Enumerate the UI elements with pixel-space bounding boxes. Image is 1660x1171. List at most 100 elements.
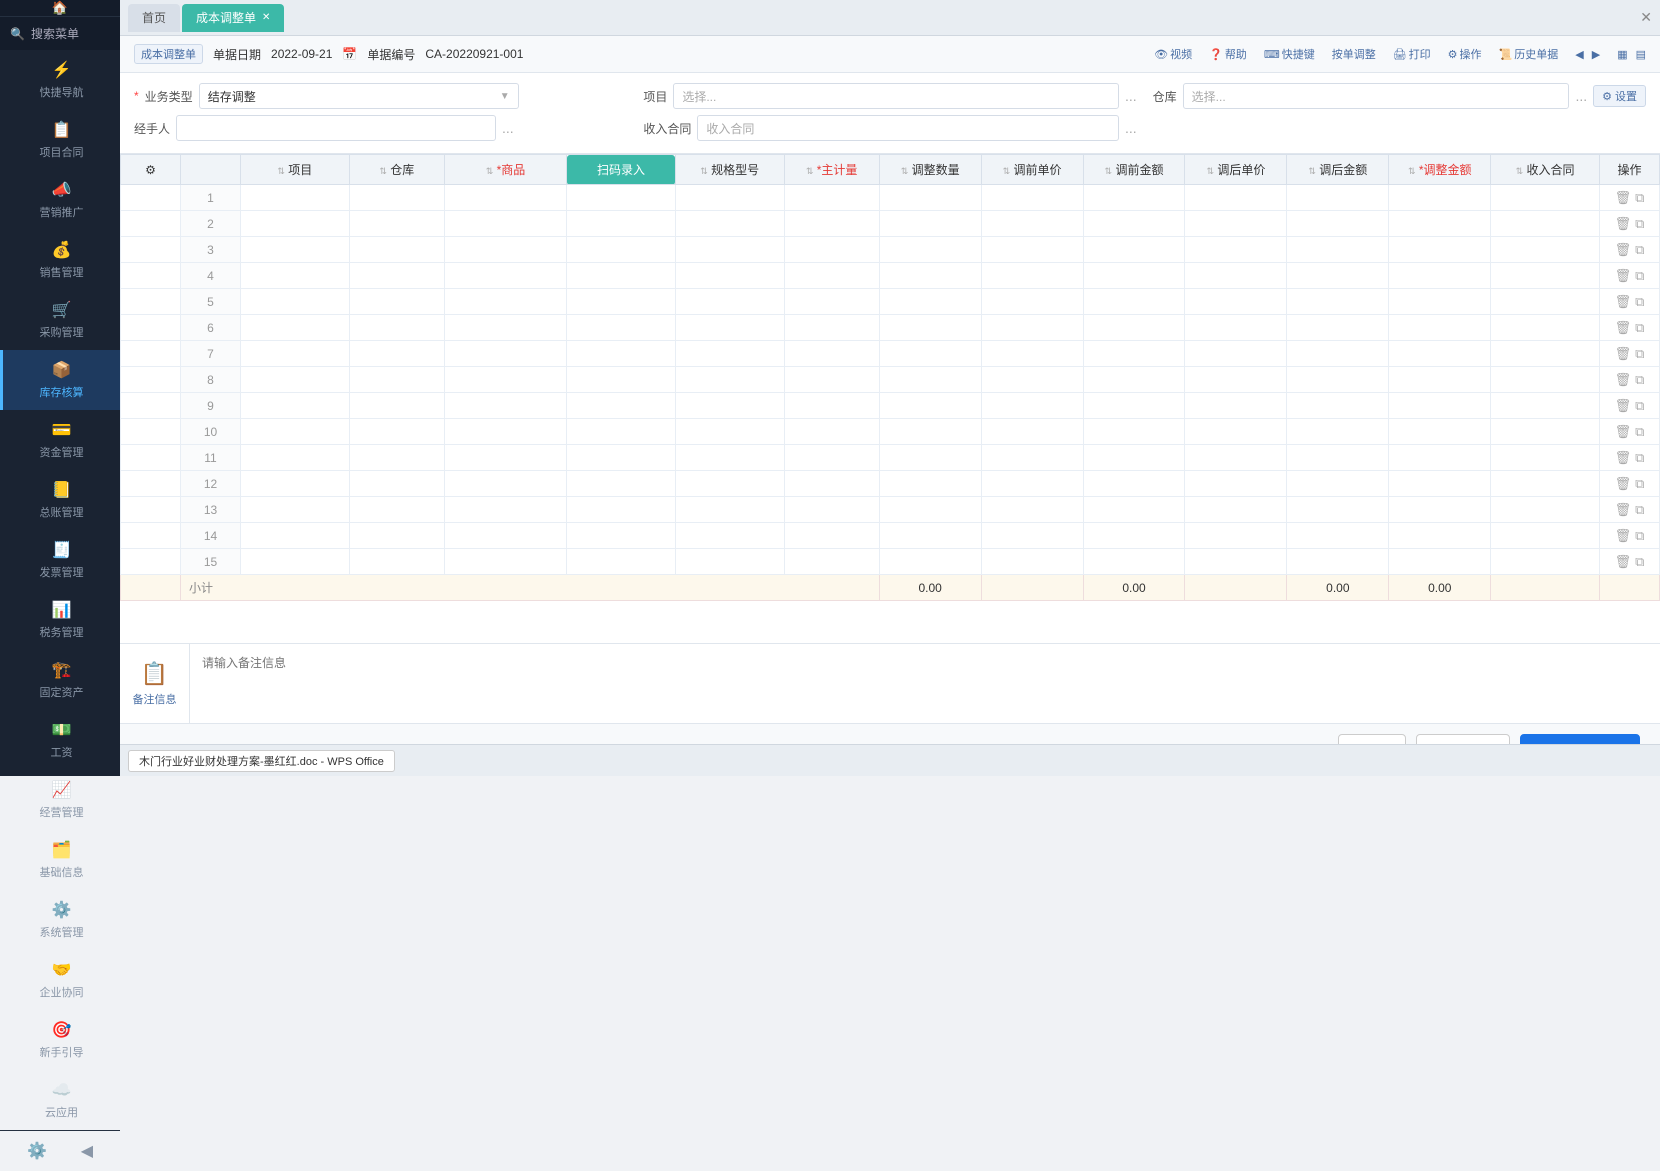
cell-after-price-10[interactable] [1185,419,1287,445]
cell-scan-3[interactable] [567,237,676,263]
cell-adj-amount-6[interactable] [1389,315,1491,341]
cell-before-price-13[interactable] [981,497,1083,523]
cell-scan-12[interactable] [567,471,676,497]
check-adjust-action[interactable]: 按单调整 [1332,46,1376,62]
cell-after-price-12[interactable] [1185,471,1287,497]
col-project-header[interactable]: ⇅ 项目 [241,155,350,185]
settings-bottom-icon[interactable]: ⚙️ [27,1141,47,1161]
cell-unit-3[interactable] [784,237,879,263]
copy-btn-7[interactable]: ⧉ [1635,346,1644,362]
view-action[interactable]: 👁 视频 [1154,46,1192,62]
cell-project-9[interactable] [241,393,350,419]
sidebar-search[interactable]: 🔍 搜索菜单 [0,17,120,50]
cell-before-price-8[interactable] [981,367,1083,393]
handler-dots[interactable]: ... [502,120,514,136]
delete-btn-14[interactable]: 🗑 [1615,528,1632,544]
cell-product-12[interactable] [444,471,566,497]
delete-btn-4[interactable]: 🗑 [1615,268,1632,284]
cell-before-price-3[interactable] [981,237,1083,263]
cell-after-amount-10[interactable] [1287,419,1389,445]
cell-adj-amount-11[interactable] [1389,445,1491,471]
cell-after-amount-7[interactable] [1287,341,1389,367]
cell-before-amount-7[interactable] [1083,341,1185,367]
cell-unit-4[interactable] [784,263,879,289]
cell-after-price-2[interactable] [1185,211,1287,237]
cell-scan-10[interactable] [567,419,676,445]
cell-after-price-14[interactable] [1185,523,1287,549]
delete-btn-6[interactable]: 🗑 [1615,320,1632,336]
sidebar-item-system[interactable]: ⚙️ 系统管理 [0,890,120,950]
cell-adj-qty-10[interactable] [879,419,981,445]
cell-income-11[interactable] [1491,445,1600,471]
cell-warehouse-2[interactable] [349,211,444,237]
cell-income-1[interactable] [1491,185,1600,211]
delete-btn-11[interactable]: 🗑 [1615,450,1632,466]
cell-spec-3[interactable] [675,237,784,263]
history-action[interactable]: 📜 历史单据 [1499,46,1559,62]
copy-btn-6[interactable]: ⧉ [1635,320,1644,336]
col-product-header[interactable]: ⇅ *商品 [444,155,566,185]
cell-spec-7[interactable] [675,341,784,367]
cell-spec-8[interactable] [675,367,784,393]
cell-spec-9[interactable] [675,393,784,419]
cell-adj-qty-12[interactable] [879,471,981,497]
cell-project-8[interactable] [241,367,350,393]
col-before-price-header[interactable]: ⇅ 调前单价 [981,155,1083,185]
cell-after-amount-4[interactable] [1287,263,1389,289]
cell-product-14[interactable] [444,523,566,549]
sidebar-item-salary[interactable]: 💵 工资 [0,710,120,770]
cell-before-amount-12[interactable] [1083,471,1185,497]
cell-after-amount-14[interactable] [1287,523,1389,549]
col-after-amount-header[interactable]: ⇅ 调后金额 [1287,155,1389,185]
window-close-button[interactable]: ✕ [1640,9,1652,26]
cell-spec-11[interactable] [675,445,784,471]
cell-product-3[interactable] [444,237,566,263]
cell-before-amount-4[interactable] [1083,263,1185,289]
col-settings-header[interactable]: ⚙ [121,155,181,185]
cell-product-8[interactable] [444,367,566,393]
cell-adj-qty-11[interactable] [879,445,981,471]
cell-adj-qty-5[interactable] [879,289,981,315]
cell-scan-2[interactable] [567,211,676,237]
cell-project-10[interactable] [241,419,350,445]
copy-btn-8[interactable]: ⧉ [1635,372,1644,388]
copy-btn-3[interactable]: ⧉ [1635,242,1644,258]
cell-scan-9[interactable] [567,393,676,419]
cell-before-amount-8[interactable] [1083,367,1185,393]
cell-after-amount-13[interactable] [1287,497,1389,523]
cell-before-price-9[interactable] [981,393,1083,419]
cell-warehouse-11[interactable] [349,445,444,471]
copy-btn-15[interactable]: ⧉ [1635,554,1644,570]
cell-warehouse-7[interactable] [349,341,444,367]
delete-btn-8[interactable]: 🗑 [1615,372,1632,388]
cell-scan-11[interactable] [567,445,676,471]
warehouse-dots[interactable]: ... [1575,88,1587,104]
copy-btn-12[interactable]: ⧉ [1635,476,1644,492]
cell-after-amount-8[interactable] [1287,367,1389,393]
cell-product-10[interactable] [444,419,566,445]
copy-btn-14[interactable]: ⧉ [1635,528,1644,544]
delete-btn-10[interactable]: 🗑 [1615,424,1632,440]
cell-after-amount-15[interactable] [1287,549,1389,575]
cell-income-9[interactable] [1491,393,1600,419]
settings-button[interactable]: ⚙ 设置 [1593,85,1646,107]
cell-project-15[interactable] [241,549,350,575]
prev-action[interactable]: ◀ [1575,48,1583,61]
cell-before-price-2[interactable] [981,211,1083,237]
handler-input[interactable] [176,115,496,141]
cell-spec-10[interactable] [675,419,784,445]
cell-after-price-6[interactable] [1185,315,1287,341]
delete-btn-3[interactable]: 🗑 [1615,242,1632,258]
cell-after-amount-11[interactable] [1287,445,1389,471]
tab-cost-adjust[interactable]: 成本调整单 ✕ [182,4,284,32]
cell-warehouse-1[interactable] [349,185,444,211]
delete-btn-15[interactable]: 🗑 [1615,554,1632,570]
delete-btn-2[interactable]: 🗑 [1615,216,1632,232]
cell-adj-amount-13[interactable] [1389,497,1491,523]
cell-warehouse-6[interactable] [349,315,444,341]
cell-product-6[interactable] [444,315,566,341]
copy-btn-10[interactable]: ⧉ [1635,424,1644,440]
cell-before-price-10[interactable] [981,419,1083,445]
cell-adj-amount-10[interactable] [1389,419,1491,445]
cell-before-price-7[interactable] [981,341,1083,367]
